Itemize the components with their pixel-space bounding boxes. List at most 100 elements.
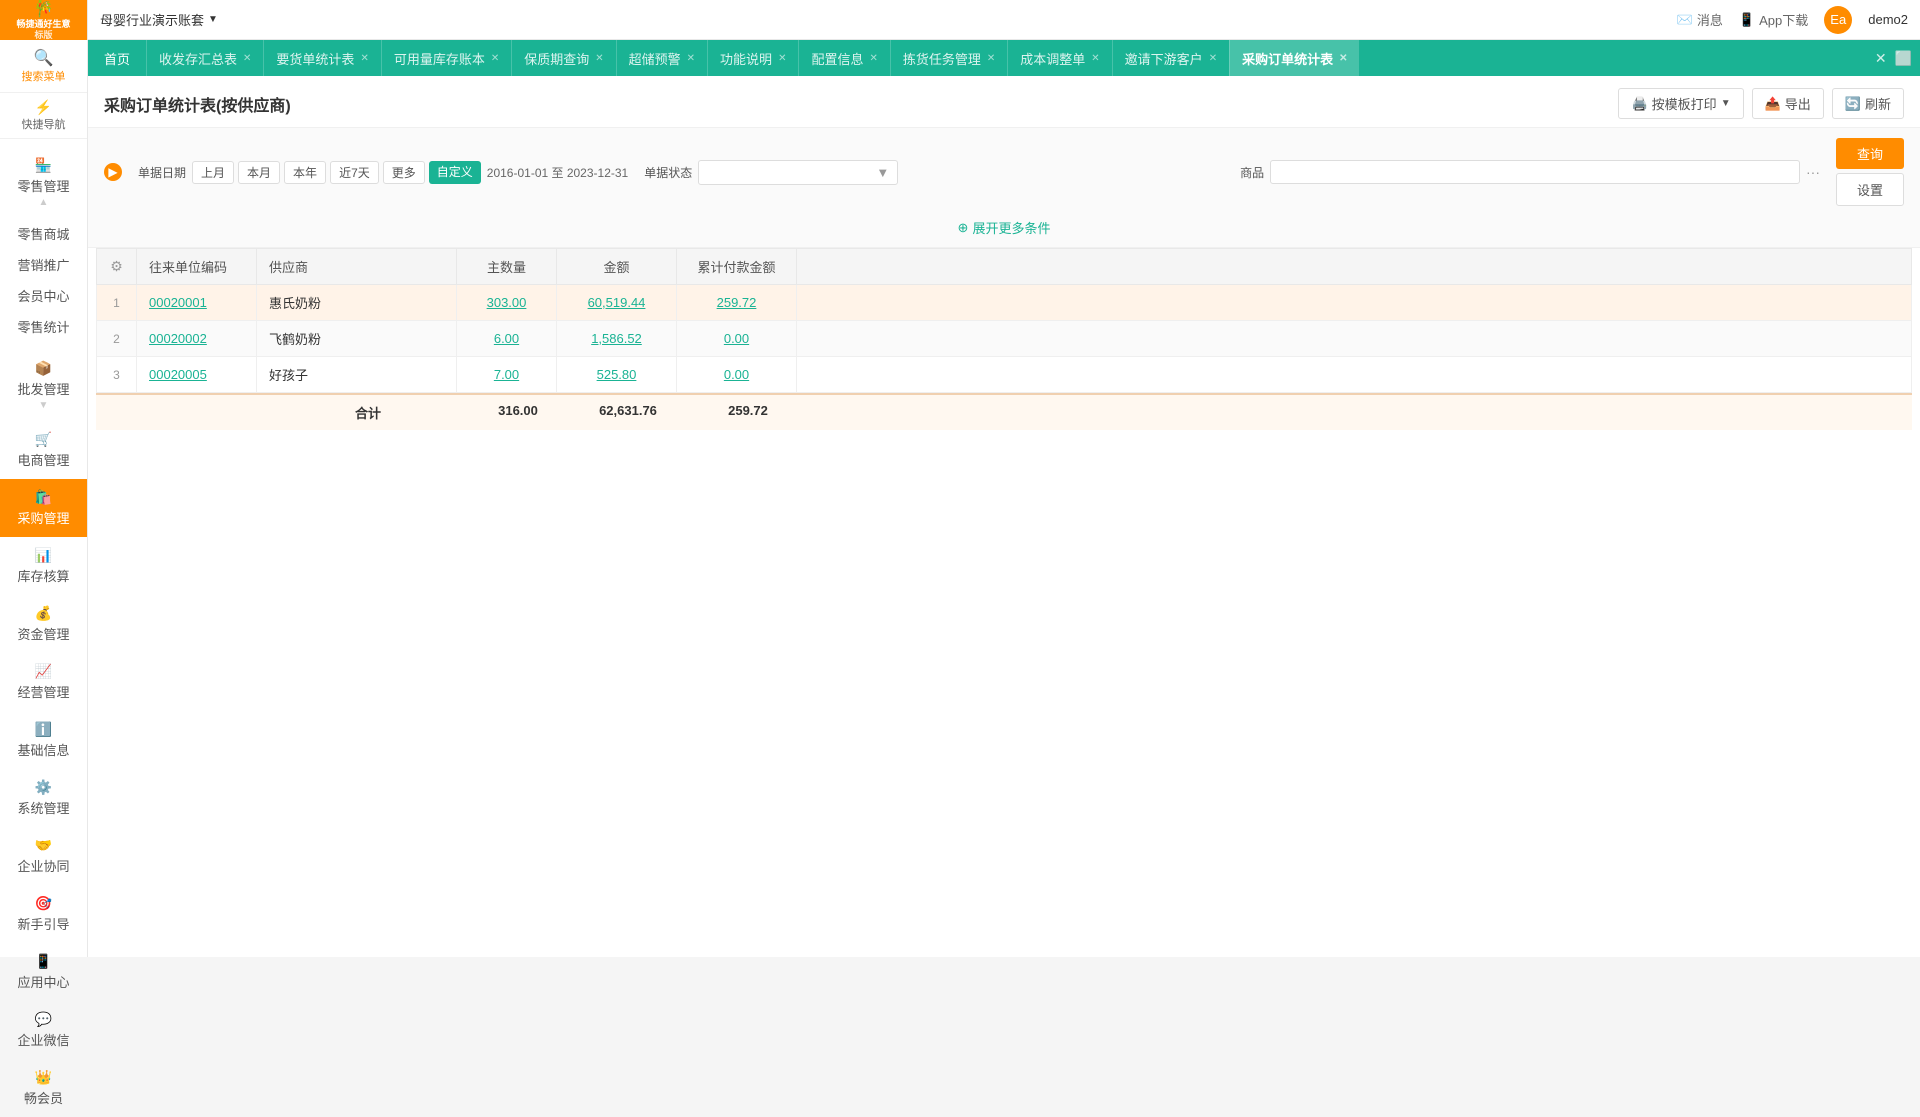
sidebar-item-finance[interactable]: 💰 资金管理 bbox=[0, 595, 87, 653]
filter-expand-toggle[interactable]: ▶ bbox=[104, 163, 122, 181]
export-button[interactable]: 📤 导出 bbox=[1752, 88, 1824, 119]
date-tag-custom[interactable]: 自定义 bbox=[429, 161, 481, 184]
tab-invite-customer-close[interactable]: ✕ bbox=[1209, 53, 1217, 64]
cell-code-0[interactable]: 00020001 bbox=[137, 285, 257, 321]
tab-pick-task[interactable]: 拣货任务管理 ✕ bbox=[890, 40, 1007, 76]
tab-available-stock-close[interactable]: ✕ bbox=[491, 53, 499, 64]
table-row[interactable]: 2 00020002 飞鹤奶粉 6.00 1,586.52 0.00 bbox=[97, 321, 1912, 357]
topbar-left: 母婴行业演示账套 ▼ bbox=[100, 10, 218, 29]
cell-paid-2[interactable]: 0.00 bbox=[677, 357, 797, 393]
amount-link-2[interactable]: 525.80 bbox=[597, 367, 637, 382]
query-button[interactable]: 查询 bbox=[1836, 138, 1904, 169]
sidebar-item-basic-info[interactable]: ℹ️ 基础信息 bbox=[0, 711, 87, 769]
tab-cost-adjust-close[interactable]: ✕ bbox=[1091, 53, 1099, 64]
tab-purchase-order-close[interactable]: ✕ bbox=[360, 53, 368, 64]
data-table: ⚙ 往来单位编码 供应商 主数量 bbox=[96, 248, 1912, 393]
sidebar-item-quicknav[interactable]: ⚡ 快捷导航 bbox=[0, 93, 87, 139]
sidebar-item-inventory[interactable]: 📊 库存核算 bbox=[0, 537, 87, 595]
cell-amount-1[interactable]: 1,586.52 bbox=[557, 321, 677, 357]
sidebar-item-operations[interactable]: 📈 经营管理 bbox=[0, 653, 87, 711]
qty-link-1[interactable]: 6.00 bbox=[494, 331, 519, 346]
tab-receivables-close[interactable]: ✕ bbox=[243, 53, 251, 64]
enterprise-collab-label: 企业协同 bbox=[17, 856, 69, 875]
qty-link-2[interactable]: 7.00 bbox=[494, 367, 519, 382]
code-link-1[interactable]: 00020002 bbox=[149, 331, 207, 346]
sidebar-item-wechat[interactable]: 💬 企业微信 bbox=[0, 1001, 87, 1059]
qty-link-0[interactable]: 303.00 bbox=[487, 295, 527, 310]
app-download-button[interactable]: 📱 App下载 bbox=[1739, 10, 1808, 29]
tab-purchase-order[interactable]: 要货单统计表 ✕ bbox=[263, 40, 380, 76]
paid-link-0[interactable]: 259.72 bbox=[717, 295, 757, 310]
print-button[interactable]: 🖨️ 按模板打印 ▼ bbox=[1618, 88, 1743, 119]
sidebar-item-membership[interactable]: 👑 畅会员 bbox=[0, 1059, 87, 1117]
code-link-0[interactable]: 00020001 bbox=[149, 295, 207, 310]
cell-qty-2[interactable]: 7.00 bbox=[457, 357, 557, 393]
date-option-prev-month[interactable]: 上月 bbox=[192, 161, 234, 184]
sidebar-item-search[interactable]: 🔍 搜索菜单 bbox=[0, 40, 87, 93]
expand-more-button[interactable]: ⊕ 展开更多条件 bbox=[958, 218, 1051, 237]
cell-qty-1[interactable]: 6.00 bbox=[457, 321, 557, 357]
tab-cost-adjust[interactable]: 成本调整单 ✕ bbox=[1007, 40, 1111, 76]
message-button[interactable]: ✉️ 消息 bbox=[1677, 10, 1723, 29]
tab-function-desc[interactable]: 功能说明 ✕ bbox=[707, 40, 798, 76]
tab-invite-customer[interactable]: 邀请下游客户 ✕ bbox=[1112, 40, 1229, 76]
cell-supplier-1: 飞鹤奶粉 bbox=[257, 321, 457, 357]
cell-qty-0[interactable]: 303.00 bbox=[457, 285, 557, 321]
status-select[interactable]: ▼ bbox=[698, 160, 898, 185]
date-option-more[interactable]: 更多 bbox=[383, 161, 425, 184]
sidebar-item-newbie[interactable]: 🎯 新手引导 bbox=[0, 885, 87, 943]
goods-search-input[interactable] bbox=[1270, 160, 1800, 184]
sidebar-item-retail-stats[interactable]: 零售统计 bbox=[0, 311, 87, 342]
cell-amount-2[interactable]: 525.80 bbox=[557, 357, 677, 393]
tab-available-stock[interactable]: 可用量库存账本 ✕ bbox=[381, 40, 511, 76]
table-container: ⚙ 往来单位编码 供应商 主数量 bbox=[88, 248, 1920, 393]
cell-code-2[interactable]: 00020005 bbox=[137, 357, 257, 393]
sidebar-item-purchase[interactable]: 🛍️ 采购管理 bbox=[0, 479, 87, 537]
tabbar-maximize-btn[interactable]: ⬜ bbox=[1895, 50, 1912, 67]
amount-link-1[interactable]: 1,586.52 bbox=[591, 331, 642, 346]
goods-more-icon[interactable]: ··· bbox=[1806, 164, 1820, 180]
sidebar-item-enterprise-collab[interactable]: 🤝 企业协同 bbox=[0, 827, 87, 885]
tab-pick-task-close[interactable]: ✕ bbox=[987, 53, 995, 64]
tab-overstock-warning[interactable]: 超储预警 ✕ bbox=[616, 40, 707, 76]
tab-config[interactable]: 配置信息 ✕ bbox=[798, 40, 889, 76]
sidebar-item-ecommerce[interactable]: 🛒 电商管理 bbox=[0, 421, 87, 479]
cell-paid-0[interactable]: 259.72 bbox=[677, 285, 797, 321]
tab-quality-inquiry[interactable]: 保质期查询 ✕ bbox=[511, 40, 615, 76]
table-row[interactable]: 3 00020005 好孩子 7.00 525.80 0.00 bbox=[97, 357, 1912, 393]
tab-quality-inquiry-close[interactable]: ✕ bbox=[595, 53, 603, 64]
tab-receivables[interactable]: 收发存汇总表 ✕ bbox=[146, 40, 263, 76]
column-settings-icon[interactable]: ⚙ bbox=[110, 258, 123, 274]
sidebar-item-marketing[interactable]: 营销推广 bbox=[0, 249, 87, 280]
date-option-this-month[interactable]: 本月 bbox=[238, 161, 280, 184]
paid-link-2[interactable]: 0.00 bbox=[724, 367, 749, 382]
tab-purchase-summary-close[interactable]: ✕ bbox=[1339, 53, 1347, 64]
sidebar-item-appcenter[interactable]: 📱 应用中心 bbox=[0, 943, 87, 1001]
tab-function-desc-close[interactable]: ✕ bbox=[778, 53, 786, 64]
tab-purchase-summary[interactable]: 采购订单统计表 ✕ bbox=[1229, 40, 1359, 76]
appcenter-icon: 📱 bbox=[35, 953, 52, 970]
cell-paid-1[interactable]: 0.00 bbox=[677, 321, 797, 357]
amount-link-0[interactable]: 60,519.44 bbox=[588, 295, 646, 310]
refresh-button[interactable]: 🔄 刷新 bbox=[1832, 88, 1904, 119]
date-option-7days[interactable]: 近7天 bbox=[330, 161, 379, 184]
sidebar-item-system[interactable]: ⚙️ 系统管理 bbox=[0, 769, 87, 827]
paid-link-1[interactable]: 0.00 bbox=[724, 331, 749, 346]
setting-button[interactable]: 设置 bbox=[1836, 173, 1904, 206]
code-link-2[interactable]: 00020005 bbox=[149, 367, 207, 382]
table-row[interactable]: 1 00020001 惠氏奶粉 303.00 60,519.44 259.72 bbox=[97, 285, 1912, 321]
cell-amount-0[interactable]: 60,519.44 bbox=[557, 285, 677, 321]
workspace-selector[interactable]: 母婴行业演示账套 ▼ bbox=[100, 10, 218, 29]
cell-code-1[interactable]: 00020002 bbox=[137, 321, 257, 357]
tab-home[interactable]: 首页 bbox=[88, 40, 146, 76]
sidebar-item-retail-mgmt[interactable]: 🏪 零售管理 ▲ bbox=[0, 147, 87, 218]
date-option-this-year[interactable]: 本年 bbox=[284, 161, 326, 184]
sidebar-item-member[interactable]: 会员中心 bbox=[0, 280, 87, 311]
sidebar-item-retail-store[interactable]: 零售商城 bbox=[0, 218, 87, 249]
sidebar-item-wholesale[interactable]: 📦 批发管理 ▼ bbox=[0, 350, 87, 421]
cell-num-2: 3 bbox=[97, 357, 137, 393]
username-label[interactable]: demo2 bbox=[1868, 12, 1908, 27]
tabbar-close-btn[interactable]: ✕ bbox=[1875, 50, 1887, 67]
tab-config-close[interactable]: ✕ bbox=[869, 53, 877, 64]
tab-overstock-warning-close[interactable]: ✕ bbox=[687, 53, 695, 64]
